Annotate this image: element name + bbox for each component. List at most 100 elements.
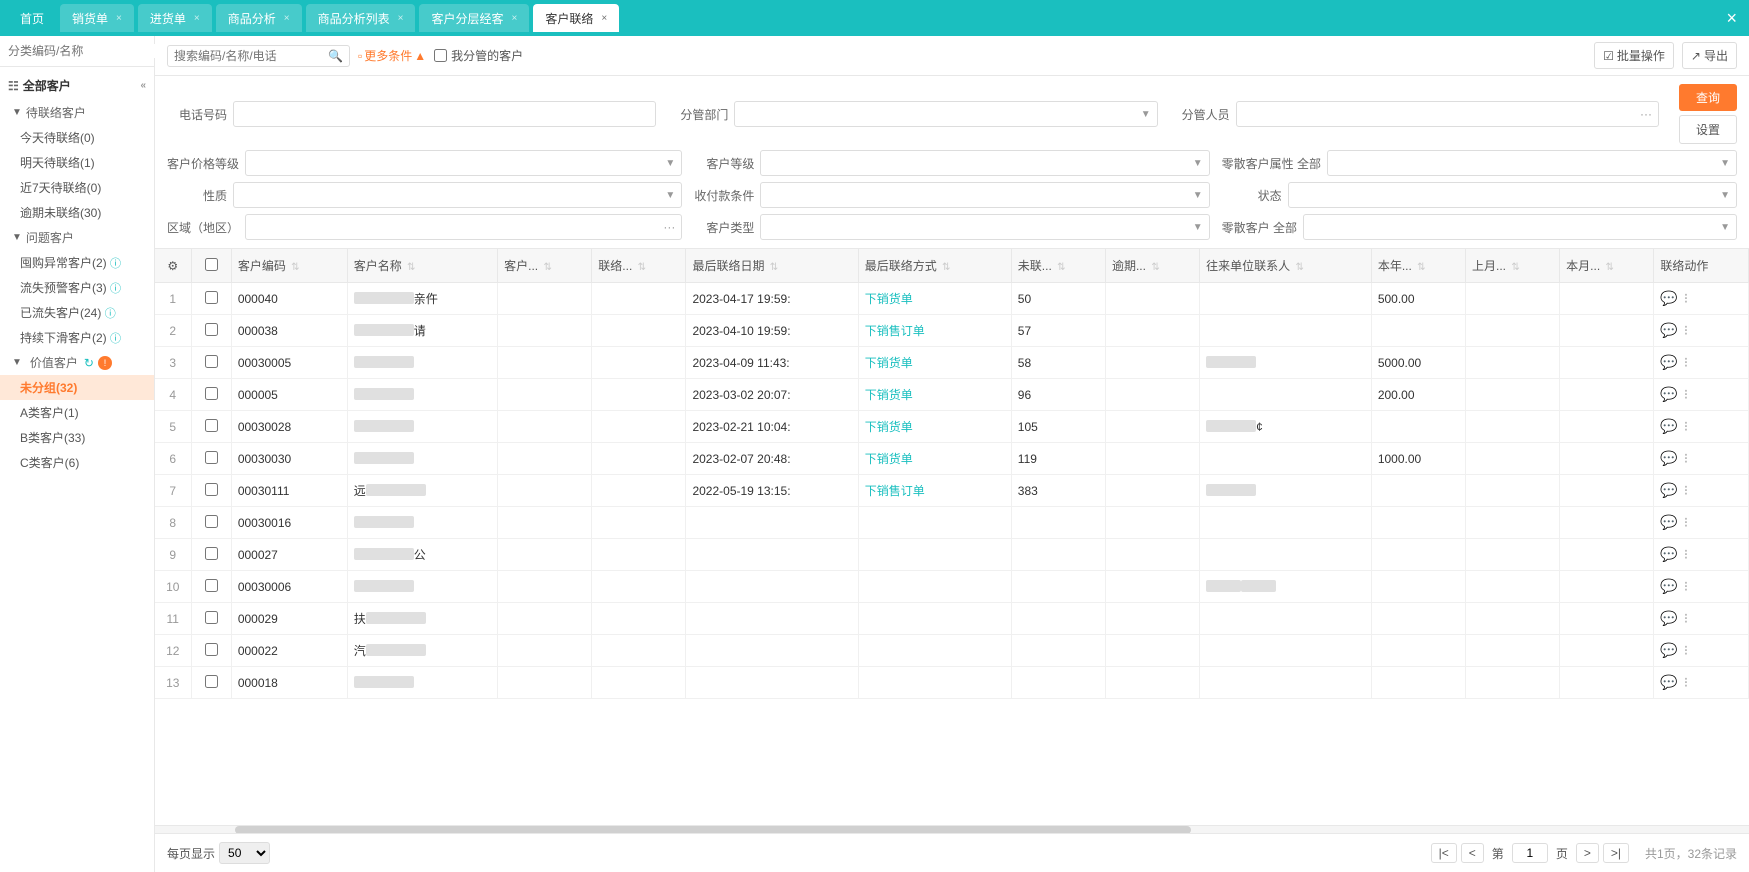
tab-sales[interactable]: 销货单 × <box>60 4 134 32</box>
sidebar-item-churned[interactable]: 已流失客户(24) ⓘ <box>0 300 154 325</box>
row-checkbox[interactable] <box>205 547 218 560</box>
nav-global-close[interactable]: × <box>1722 8 1741 29</box>
grid-action-icon[interactable]: ⁝ <box>1684 386 1688 403</box>
department-select[interactable]: ▼ <box>734 101 1157 127</box>
row-checkbox[interactable] <box>205 291 218 304</box>
price-level-select[interactable]: ▼ <box>245 150 682 176</box>
row-checkbox[interactable] <box>205 579 218 592</box>
grid-action-icon[interactable]: ⁝ <box>1684 578 1688 595</box>
reset-button[interactable]: 设置 <box>1679 115 1737 144</box>
sidebar-item-c-class[interactable]: C类客户(6) <box>0 450 154 475</box>
th-settings[interactable]: ⚙ <box>155 249 191 283</box>
sidebar-section-pending[interactable]: ▼ 待联络客户 <box>0 100 154 125</box>
select-all-checkbox[interactable] <box>205 258 218 271</box>
customer-level-select[interactable]: ▼ <box>760 150 1209 176</box>
first-page-button[interactable]: |< <box>1431 843 1457 863</box>
row-checkbox[interactable] <box>205 611 218 624</box>
sidebar-section-problem[interactable]: ▼ 问题客户 <box>0 225 154 250</box>
tab-customer-contact[interactable]: 客户联络 × <box>533 4 619 32</box>
message-action-icon[interactable]: 💬 <box>1660 578 1677 595</box>
filter-more-conditions[interactable]: ▫ 更多条件 ▲ <box>358 47 426 64</box>
sidebar-section-value[interactable]: ▼ 价值客户 ↻ ! <box>0 350 154 375</box>
message-action-icon[interactable]: 💬 <box>1660 642 1677 659</box>
manager-select[interactable]: ··· <box>1236 101 1659 127</box>
sidebar-item-hoarding-abnormal[interactable]: 囤购异常客户(2) ⓘ <box>0 250 154 275</box>
status-select[interactable]: ▼ <box>1288 182 1737 208</box>
row-checkbox[interactable] <box>205 387 218 400</box>
phone-input[interactable] <box>233 101 656 127</box>
payment-select[interactable]: ▼ <box>760 182 1209 208</box>
contact-method-link[interactable]: 下销售订单 <box>865 324 925 338</box>
grid-action-icon[interactable]: ⁝ <box>1684 418 1688 435</box>
row-checkbox[interactable] <box>205 323 218 336</box>
contact-method-link[interactable]: 下销售订单 <box>865 484 925 498</box>
grid-action-icon[interactable]: ⁝ <box>1684 674 1688 691</box>
region-more-icon[interactable]: ··· <box>663 220 675 234</box>
query-button[interactable]: 查询 <box>1679 84 1737 111</box>
message-action-icon[interactable]: 💬 <box>1660 482 1677 499</box>
sidebar-item-declining[interactable]: 持续下滑客户(2) ⓘ <box>0 325 154 350</box>
contact-method-link[interactable]: 下销货单 <box>865 292 913 306</box>
region-select[interactable]: ··· <box>245 214 682 240</box>
tab-product-analysis-list[interactable]: 商品分析列表 × <box>306 4 416 32</box>
batch-operation-button[interactable]: ☑ 批量操作 <box>1594 42 1674 69</box>
th-checkbox[interactable] <box>191 249 231 283</box>
grid-action-icon[interactable]: ⁝ <box>1684 482 1688 499</box>
row-checkbox[interactable] <box>205 515 218 528</box>
contact-method-link[interactable]: 下销货单 <box>865 452 913 466</box>
row-checkbox[interactable] <box>205 419 218 432</box>
tab-product-analysis-close[interactable]: × <box>284 13 290 24</box>
message-action-icon[interactable]: 💬 <box>1660 546 1677 563</box>
sidebar-search-input[interactable] <box>8 44 163 58</box>
grid-action-icon[interactable]: ⁝ <box>1684 610 1688 627</box>
row-checkbox[interactable] <box>205 643 218 656</box>
tab-purchase-close[interactable]: × <box>194 13 200 24</box>
contact-method-link[interactable]: 下销货单 <box>865 388 913 402</box>
tab-customer-segment-close[interactable]: × <box>511 13 517 24</box>
sidebar-item-tomorrow-pending[interactable]: 明天待联络(1) <box>0 150 154 175</box>
customer-type-select[interactable]: ▼ <box>760 214 1209 240</box>
tab-product-analysis-list-close[interactable]: × <box>398 13 404 24</box>
my-customers-checkbox[interactable] <box>434 49 447 62</box>
grid-action-icon[interactable]: ⁝ <box>1684 546 1688 563</box>
message-action-icon[interactable]: 💬 <box>1660 354 1677 371</box>
contact-method-link[interactable]: 下销货单 <box>865 356 913 370</box>
sidebar-item-churn-warning[interactable]: 流失预警客户(3) ⓘ <box>0 275 154 300</box>
per-page-select[interactable]: 50 20 100 <box>219 842 270 864</box>
tab-home[interactable]: 首页 <box>8 4 56 32</box>
message-action-icon[interactable]: 💬 <box>1660 514 1677 531</box>
grid-action-icon[interactable]: ⁝ <box>1684 514 1688 531</box>
message-action-icon[interactable]: 💬 <box>1660 610 1677 627</box>
message-action-icon[interactable]: 💬 <box>1660 450 1677 467</box>
next-page-button[interactable]: > <box>1576 843 1599 863</box>
grid-action-icon[interactable]: ⁝ <box>1684 450 1688 467</box>
prev-page-button[interactable]: < <box>1461 843 1484 863</box>
sidebar-item-week-pending[interactable]: 近7天待联络(0) <box>0 175 154 200</box>
row-checkbox[interactable] <box>205 355 218 368</box>
message-action-icon[interactable]: 💬 <box>1660 322 1677 339</box>
retail-customer-select[interactable]: ▼ <box>1303 214 1737 240</box>
sidebar-item-a-class[interactable]: A类客户(1) <box>0 400 154 425</box>
last-page-button[interactable]: >| <box>1603 843 1629 863</box>
filter-search-icon[interactable]: 🔍 <box>328 49 343 63</box>
tab-customer-segment[interactable]: 客户分层经客 × <box>419 4 529 32</box>
sidebar-item-ungrouped[interactable]: 未分组(32) <box>0 375 154 400</box>
sidebar-item-b-class[interactable]: B类客户(33) <box>0 425 154 450</box>
tab-product-analysis[interactable]: 商品分析 × <box>216 4 302 32</box>
page-number-input[interactable] <box>1512 843 1548 863</box>
filter-my-customers[interactable]: 我分管的客户 <box>434 47 523 64</box>
value-refresh-icon[interactable]: ↻ <box>84 356 94 370</box>
message-action-icon[interactable]: 💬 <box>1660 290 1677 307</box>
message-action-icon[interactable]: 💬 <box>1660 386 1677 403</box>
grid-action-icon[interactable]: ⁝ <box>1684 642 1688 659</box>
export-button[interactable]: ↗ 导出 <box>1682 42 1737 69</box>
manager-more-icon[interactable]: ··· <box>1640 107 1652 121</box>
row-checkbox[interactable] <box>205 675 218 688</box>
tab-customer-contact-close[interactable]: × <box>601 13 607 24</box>
sidebar-item-today-pending[interactable]: 今天待联络(0) <box>0 125 154 150</box>
retail-attr-select[interactable]: ▼ <box>1327 150 1737 176</box>
message-action-icon[interactable]: 💬 <box>1660 418 1677 435</box>
grid-action-icon[interactable]: ⁝ <box>1684 290 1688 307</box>
message-action-icon[interactable]: 💬 <box>1660 674 1677 691</box>
row-checkbox[interactable] <box>205 483 218 496</box>
